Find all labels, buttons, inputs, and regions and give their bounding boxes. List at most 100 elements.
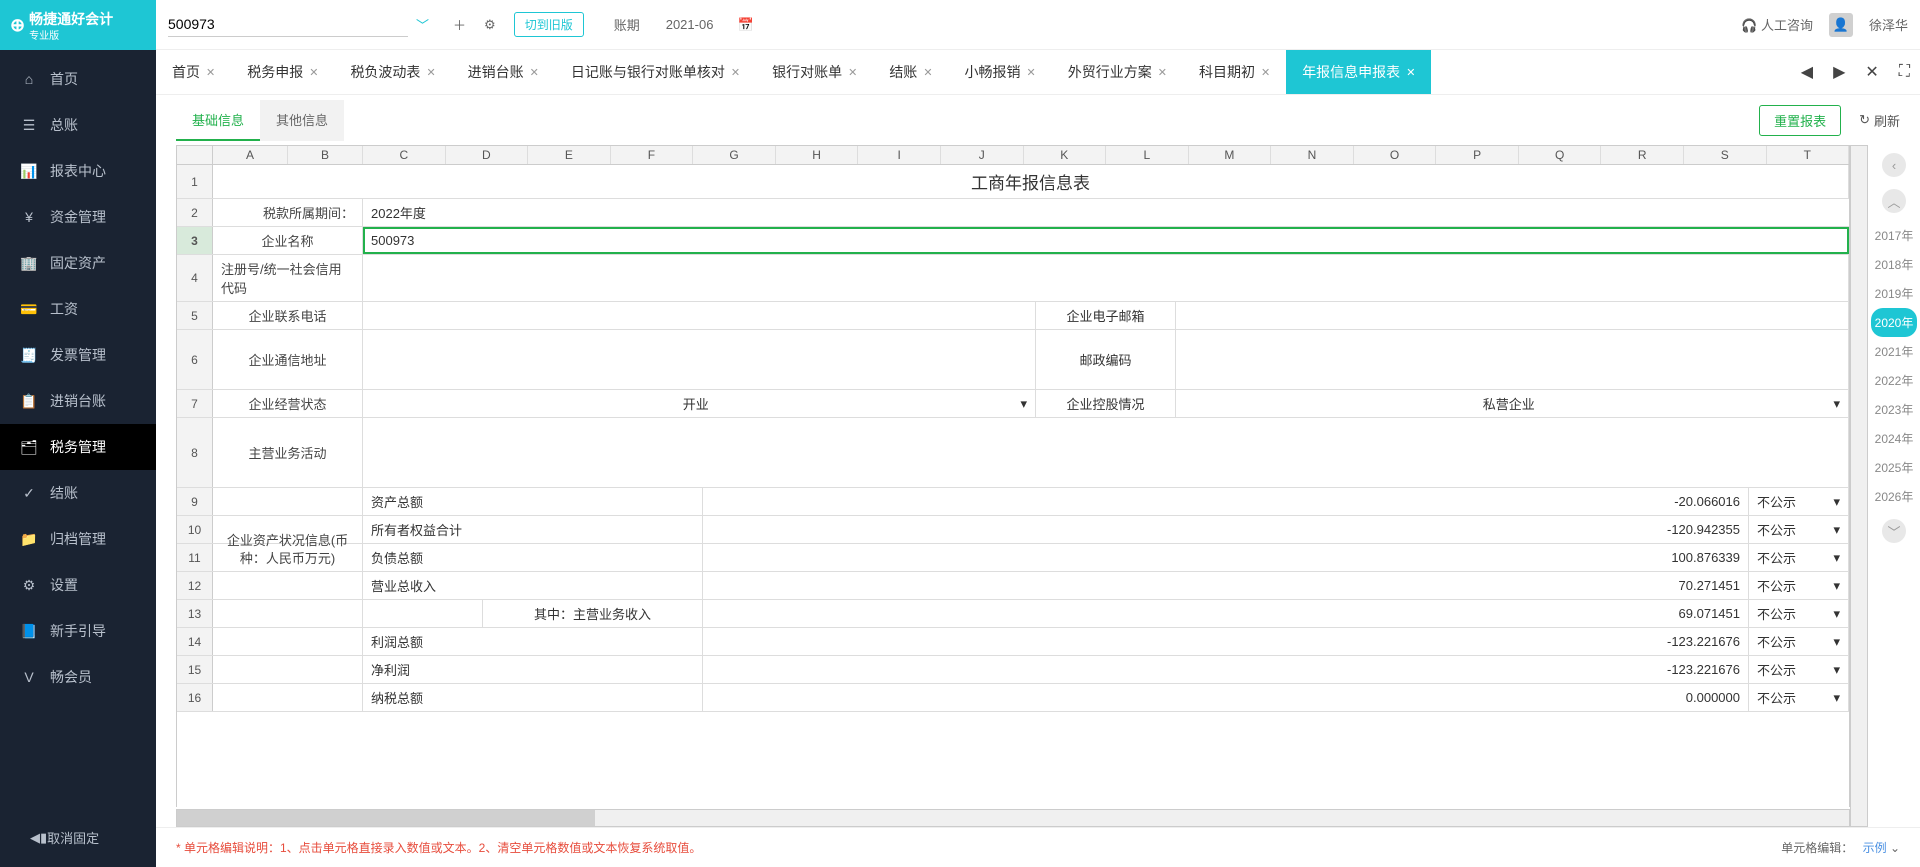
tabs-expand-icon[interactable]: ⛶ [1889,63,1920,81]
nav-item-1[interactable]: ☰总账 [0,102,156,148]
avatar[interactable]: 👤 [1829,13,1853,37]
nav-item-9[interactable]: ✓结账 [0,470,156,516]
example-dropdown-icon[interactable]: ⌄ [1890,841,1900,855]
line-value[interactable]: -120.942355 [703,516,1749,543]
example-link[interactable]: 示例 [1863,841,1887,855]
nav-item-6[interactable]: 🧾发票管理 [0,332,156,378]
year-scroll-down-icon[interactable]: ﹀ [1882,519,1906,543]
tab-9[interactable]: 科目期初✕ [1183,50,1286,94]
tab-2[interactable]: 税负波动表✕ [334,50,451,94]
row-num[interactable]: 3 [177,227,213,254]
year-up-icon[interactable]: ‹ [1882,153,1906,177]
year-2017年[interactable]: 2017年 [1871,221,1918,250]
row-num[interactable]: 4 [177,255,213,301]
col-header[interactable]: P [1436,146,1519,164]
nav-item-4[interactable]: 🏢固定资产 [0,240,156,286]
row-num[interactable]: 6 [177,330,213,389]
h-scrollbar[interactable] [176,809,1850,827]
close-icon[interactable]: ✕ [848,66,857,79]
close-icon[interactable]: ✕ [731,66,740,79]
holding-select[interactable]: 私营企业 [1176,390,1849,417]
row-num[interactable]: 9 [177,488,213,515]
col-header[interactable]: M [1189,146,1272,164]
publish-select[interactable]: 不公示 [1749,516,1849,543]
nav-item-5[interactable]: 💳工资 [0,286,156,332]
add-icon[interactable]: ＋ [453,15,466,34]
period-value[interactable]: 2021-06 [666,17,714,32]
line-value[interactable]: 69.071451 [703,600,1749,627]
subtab-basic[interactable]: 基础信息 [176,100,260,141]
col-header[interactable]: S [1684,146,1767,164]
subtab-other[interactable]: 其他信息 [260,100,344,141]
nav-item-0[interactable]: ⌂首页 [0,56,156,102]
close-icon[interactable]: ✕ [1158,66,1167,79]
close-icon[interactable]: ✕ [426,66,435,79]
nav-item-11[interactable]: ⚙设置 [0,562,156,608]
close-icon[interactable]: ✕ [530,66,539,79]
close-icon[interactable]: ✕ [309,66,318,79]
col-header[interactable]: C [363,146,446,164]
nav-item-12[interactable]: 📘新手引导 [0,608,156,654]
year-2020年[interactable]: 2020年 [1871,308,1918,337]
publish-select[interactable]: 不公示 [1749,488,1849,515]
gear-icon[interactable]: ⚙ [484,17,496,33]
year-2024年[interactable]: 2024年 [1871,424,1918,453]
nav-item-7[interactable]: 📋进销台账 [0,378,156,424]
corner-cell[interactable] [177,146,213,164]
line-value[interactable]: 100.876339 [703,544,1749,571]
calendar-icon[interactable]: 📅 [737,17,753,33]
op-status-select[interactable]: 开业 [363,390,1036,417]
switch-old-button[interactable]: 切到旧版 [514,12,584,37]
unpin-button[interactable]: ◀▮ 取消固定 [30,828,99,847]
tab-7[interactable]: 小畅报销✕ [949,50,1052,94]
line-value[interactable]: -20.066016 [703,488,1749,515]
line-value[interactable]: 0.000000 [703,684,1749,711]
refresh-button[interactable]: ↻ 刷新 [1859,111,1900,130]
email-input[interactable] [1176,302,1849,329]
row-num[interactable]: 14 [177,628,213,655]
col-header[interactable]: N [1271,146,1354,164]
line-value[interactable]: -123.221676 [703,628,1749,655]
publish-select[interactable]: 不公示 [1749,628,1849,655]
tabs-prev-icon[interactable]: ◀ [1791,62,1823,82]
main-biz-input[interactable] [363,418,1849,487]
tab-5[interactable]: 银行对账单✕ [756,50,873,94]
col-header[interactable]: I [858,146,941,164]
publish-select[interactable]: 不公示 [1749,600,1849,627]
col-header[interactable]: H [776,146,859,164]
year-2022年[interactable]: 2022年 [1871,366,1918,395]
publish-select[interactable]: 不公示 [1749,656,1849,683]
close-icon[interactable]: ✕ [206,66,215,79]
tabs-close-icon[interactable]: ✕ [1855,62,1888,82]
address-input[interactable] [363,330,1036,389]
year-2026年[interactable]: 2026年 [1871,482,1918,511]
close-icon[interactable]: ✕ [923,66,932,79]
close-icon[interactable]: ✕ [1027,66,1036,79]
row-num[interactable]: 11 [177,544,213,571]
year-2025年[interactable]: 2025年 [1871,453,1918,482]
col-header[interactable]: D [446,146,529,164]
close-icon[interactable]: ✕ [1406,66,1415,79]
support-link[interactable]: 🎧 人工咨询 [1741,15,1813,34]
row-num[interactable]: 15 [177,656,213,683]
col-header[interactable]: B [288,146,363,164]
col-header[interactable]: F [611,146,694,164]
nav-item-8[interactable]: 🗂税务管理 [0,424,156,470]
year-2018年[interactable]: 2018年 [1871,250,1918,279]
row-num[interactable]: 2 [177,199,213,226]
tab-8[interactable]: 外贸行业方案✕ [1052,50,1183,94]
col-header[interactable]: A [213,146,288,164]
year-scroll-up-icon[interactable]: ︿ [1882,189,1906,213]
line-value[interactable]: 70.271451 [703,572,1749,599]
col-header[interactable]: T [1767,146,1850,164]
tab-0[interactable]: 首页✕ [156,50,231,94]
row-num[interactable]: 13 [177,600,213,627]
nav-item-3[interactable]: ¥资金管理 [0,194,156,240]
row-num[interactable]: 16 [177,684,213,711]
nav-item-10[interactable]: 📁归档管理 [0,516,156,562]
col-header[interactable]: R [1601,146,1684,164]
tabs-next-icon[interactable]: ▶ [1823,62,1855,82]
row-num[interactable]: 10 [177,516,213,543]
postcode-input[interactable] [1176,330,1849,389]
tab-10[interactable]: 年报信息申报表✕ [1286,50,1431,94]
